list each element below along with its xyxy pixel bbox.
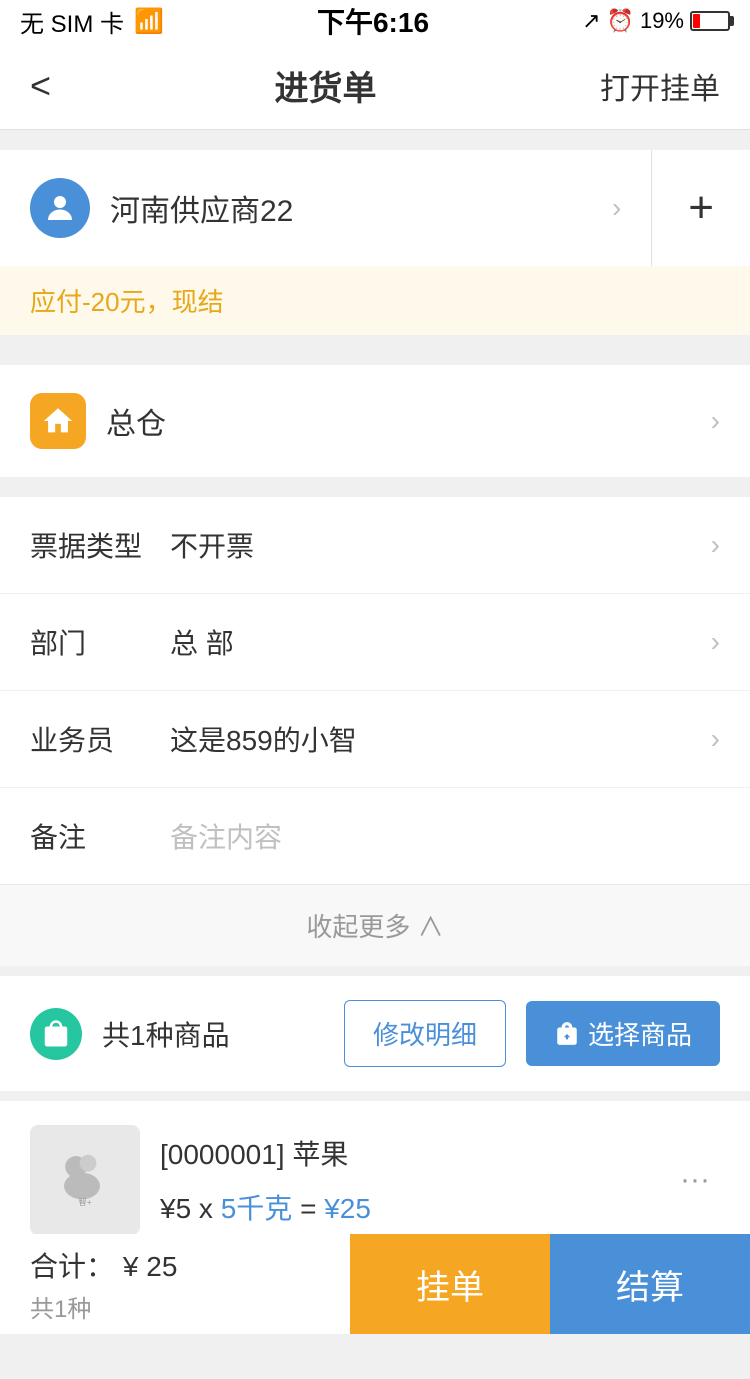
product-name: [0000001] 苹果 <box>160 1133 650 1173</box>
staff-row[interactable]: 业务员 这是859的小智 › <box>0 691 750 788</box>
invoice-label: 票据类型 <box>30 525 170 565</box>
add-supplier-button[interactable]: + <box>652 155 750 261</box>
product-count-text: 共1种商品 <box>102 1014 324 1054</box>
supplier-section: 河南供应商22 › + <box>0 150 750 266</box>
staff-value: 这是859的小智 <box>170 719 701 759</box>
section-gap-4 <box>0 966 750 976</box>
status-left: 无 SIM 卡 📶 <box>20 4 164 39</box>
wifi-icon: 📶 <box>134 7 164 36</box>
dept-chevron-icon: › <box>711 626 720 658</box>
total-amount: ¥ 25 <box>123 1251 178 1282</box>
remark-input[interactable]: 备注内容 <box>170 816 720 856</box>
section-gap-2 <box>0 335 750 345</box>
alarm-icon: ⏰ <box>607 8 634 34</box>
summary-count: 共1种 <box>30 1289 320 1324</box>
home-icon <box>41 404 75 438</box>
summary-total: 合计： ¥ 25 <box>30 1245 320 1285</box>
hang-button[interactable]: 挂单 <box>350 1234 550 1334</box>
warehouse-name: 总仓 <box>106 399 701 443</box>
form-section: 票据类型 不开票 › 部门 总 部 › 业务员 这是859的小智 › 备注 备注… <box>0 497 750 884</box>
total-label: 合计： <box>30 1251 114 1282</box>
select-product-label: 选择商品 <box>588 1015 692 1052</box>
product-title: 苹果 <box>292 1139 348 1170</box>
product-code: [0000001] <box>160 1139 292 1170</box>
open-hang-button[interactable]: 打开挂单 <box>600 64 720 108</box>
collapse-bar[interactable]: 收起更多 ∧ <box>0 884 750 966</box>
person-icon <box>42 190 78 226</box>
dept-value: 总 部 <box>170 622 701 662</box>
product-info: [0000001] 苹果 ¥5 x 5千克 = ¥25 <box>160 1133 650 1227</box>
supplier-avatar <box>30 178 90 238</box>
battery-icon <box>690 11 730 31</box>
status-bar: 无 SIM 卡 📶 下午6:16 ↗ ⏰ 19% <box>0 0 750 42</box>
warehouse-icon <box>30 393 86 449</box>
product-price-row: ¥5 x 5千克 = ¥25 <box>160 1187 650 1227</box>
select-product-button[interactable]: 选择商品 <box>526 1001 720 1066</box>
select-product-icon <box>554 1021 580 1047</box>
product-thumb-icon: 智+ <box>55 1150 115 1210</box>
carrier-text: 无 SIM 卡 <box>20 4 124 39</box>
product-quantity: 5千克 <box>221 1193 293 1224</box>
back-button[interactable]: < <box>30 65 51 107</box>
page-title: 进货单 <box>275 61 377 110</box>
section-gap-3 <box>0 477 750 497</box>
dept-label: 部门 <box>30 622 170 662</box>
staff-label: 业务员 <box>30 719 170 759</box>
invoice-chevron-icon: › <box>711 529 720 561</box>
remark-row[interactable]: 备注 备注内容 <box>0 788 750 884</box>
invoice-value: 不开票 <box>170 525 701 565</box>
warehouse-section[interactable]: 总仓 › <box>0 365 750 477</box>
supplier-name: 河南供应商22 <box>110 186 602 230</box>
summary-info: 合计： ¥ 25 共1种 <box>0 1245 350 1324</box>
product-equals: = <box>300 1193 324 1224</box>
svg-text:智+: 智+ <box>78 1197 91 1207</box>
products-header: 共1种商品 修改明细 选择商品 <box>0 976 750 1091</box>
staff-chevron-icon: › <box>711 723 720 755</box>
remark-label: 备注 <box>30 816 170 856</box>
product-unit-price: ¥5 x <box>160 1193 221 1224</box>
chevron-right-icon: › <box>612 192 621 224</box>
checkout-button[interactable]: 结算 <box>550 1234 750 1334</box>
product-more-button[interactable]: ··· <box>670 1153 720 1207</box>
status-time: 下午6:16 <box>317 1 429 41</box>
invoice-row[interactable]: 票据类型 不开票 › <box>0 497 750 594</box>
product-total: ¥25 <box>324 1193 371 1224</box>
battery-percent: 19% <box>640 8 684 34</box>
section-gap-1 <box>0 130 750 150</box>
notice-bar: 应付-20元，现结 <box>0 266 750 335</box>
product-count-icon <box>30 1008 82 1060</box>
dept-row[interactable]: 部门 总 部 › <box>0 594 750 691</box>
nav-bar: < 进货单 打开挂单 <box>0 42 750 130</box>
location-icon: ↗ <box>582 8 600 34</box>
product-thumbnail: 智+ <box>30 1125 140 1235</box>
bottom-summary: 合计： ¥ 25 共1种 挂单 结算 <box>0 1234 750 1334</box>
status-right: ↗ ⏰ 19% <box>582 8 730 34</box>
supplier-selector[interactable]: 河南供应商22 › <box>0 150 652 266</box>
warehouse-chevron-icon: › <box>711 405 720 437</box>
bag-icon <box>41 1019 71 1049</box>
modify-detail-button[interactable]: 修改明细 <box>344 1000 506 1067</box>
